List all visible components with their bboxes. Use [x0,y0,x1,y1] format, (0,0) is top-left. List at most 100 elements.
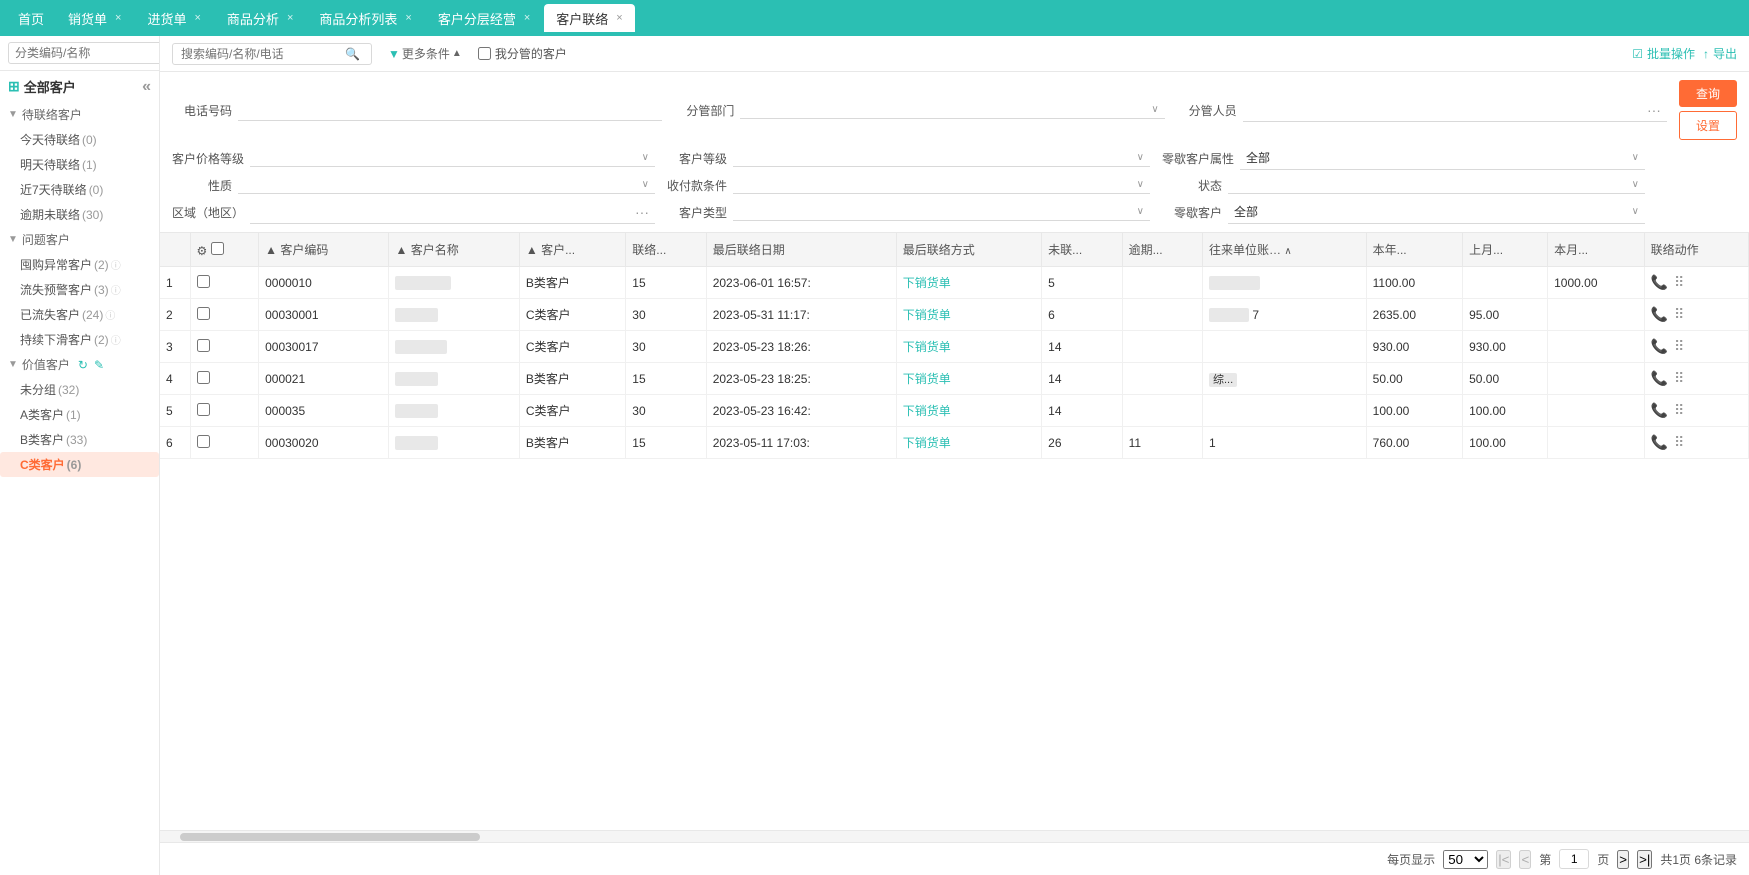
sidebar-search-input[interactable] [8,42,160,64]
refresh-icon[interactable]: ↻ [78,358,88,372]
contact-icon-4[interactable]: 📞 [1651,370,1668,387]
row-checkbox-2[interactable] [197,307,210,320]
nav-tab-customer-contact[interactable]: 客户联络 × [544,4,634,32]
sidebar-item-abnormal[interactable]: 囤购异常客户 (2) ⓘ [0,252,159,277]
prev-page-btn[interactable]: < [1519,850,1531,869]
th-account[interactable]: 往来单位账… ∧ [1203,233,1367,267]
filter-status-select[interactable]: ∨ [1228,176,1645,194]
filter-customer-level-select[interactable]: ∨ [733,149,1150,167]
filter-region-select[interactable]: ··· [250,201,655,224]
sales-order-link-5[interactable]: 下销货单 [903,404,951,418]
more-icon-2[interactable]: ⠿ [1674,306,1684,323]
sidebar-item-declining[interactable]: 持续下滑客户 (2) ⓘ [0,327,159,352]
row-checkbox-3[interactable] [197,339,210,352]
more-conditions-btn[interactable]: ▼ 更多条件 ▲ [380,42,470,65]
filter-customer-type-select[interactable]: ∨ [733,203,1150,221]
filter-payment-select[interactable]: ∨ [733,176,1150,194]
close-customer-tier-tab[interactable]: × [524,12,530,24]
my-customers-checkbox[interactable] [478,47,491,60]
th-last-month[interactable]: 上月... [1463,233,1548,267]
sidebar-group-problem[interactable]: ▼ 问题客户 [0,227,159,252]
sidebar-all-customers[interactable]: ⊞ 全部客户 « [0,71,159,102]
toolbar-search-input[interactable] [181,47,341,61]
sidebar-item-overdue[interactable]: 逾期未联络 (30) [0,202,159,227]
th-code[interactable]: ▲ 客户编码 [259,233,389,267]
row-checkbox-5[interactable] [197,403,210,416]
nav-tab-analysis-list[interactable]: 商品分析列表 × [307,4,423,32]
th-customer-type[interactable]: ▲ 客户... [519,233,625,267]
first-page-btn[interactable]: |< [1496,850,1511,869]
filter-retail-customer-select[interactable]: 全部 ∨ [1228,200,1645,224]
last-page-btn[interactable]: >| [1637,850,1652,869]
row-checkbox-6[interactable] [197,435,210,448]
row-checkbox-1[interactable] [197,275,210,288]
contact-icon-5[interactable]: 📞 [1651,402,1668,419]
more-icon-4[interactable]: ⠿ [1674,370,1684,387]
select-all-checkbox[interactable] [211,242,224,255]
close-sales-tab[interactable]: × [115,12,121,24]
sidebar-item-7days[interactable]: 近7天待联络 (0) [0,177,159,202]
nav-tab-analysis[interactable]: 商品分析 × [215,4,305,32]
sidebar-group-value[interactable]: ▼ 价值客户 ↻ ✎ [0,352,159,377]
filter-dept-select[interactable]: ∨ [740,101,1164,119]
nav-tab-sales[interactable]: 销货单 × [56,4,133,32]
page-input[interactable] [1559,849,1589,869]
more-icon-3[interactable]: ⠿ [1674,338,1684,355]
th-contact-num[interactable]: 联络... [626,233,706,267]
sales-order-link-3[interactable]: 下销货单 [903,340,951,354]
close-customer-contact-tab[interactable]: × [616,12,622,24]
filter-manager-select[interactable]: ··· [1243,99,1667,122]
sales-order-link-6[interactable]: 下销货单 [903,436,951,450]
sidebar-item-ungrouped[interactable]: 未分组 (32) [0,377,159,402]
th-overdue[interactable]: 逾期... [1122,233,1202,267]
toolbar-search-icon[interactable]: 🔍 [345,47,360,61]
contact-icon-6[interactable]: 📞 [1651,434,1668,451]
th-this-month[interactable]: 本月... [1548,233,1644,267]
contact-icon-1[interactable]: 📞 [1651,274,1668,291]
close-purchase-tab[interactable]: × [194,12,200,24]
gear-icon-btn[interactable]: ⚙ [197,244,208,258]
export-btn[interactable]: ↑ 导出 [1703,45,1737,62]
sales-order-link-4[interactable]: 下销货单 [903,372,951,386]
sidebar-group-pending[interactable]: ▼ 待联络客户 [0,102,159,127]
th-last-contact-method[interactable]: 最后联络方式 [896,233,1041,267]
nav-tab-customer-tier[interactable]: 客户分层经营 × [426,4,542,32]
query-button[interactable]: 查询 [1679,80,1737,107]
batch-ops-btn[interactable]: ☑ 批量操作 [1632,45,1695,62]
th-this-year[interactable]: 本年... [1366,233,1462,267]
horizontal-scrollbar[interactable] [160,830,1749,842]
th-last-contact-date[interactable]: 最后联络日期 [706,233,896,267]
sales-order-link-2[interactable]: 下销货单 [903,308,951,322]
sidebar-item-c-class[interactable]: C类客户 (6) [0,452,159,477]
edit-icon[interactable]: ✎ [94,358,104,372]
contact-icon-3[interactable]: 📞 [1651,338,1668,355]
per-page-select[interactable]: 50 100 [1443,850,1488,869]
filter-retail-attr-select[interactable]: 全部 ∨ [1240,146,1645,170]
nav-home[interactable]: 首页 [8,9,54,28]
close-analysis-list-tab[interactable]: × [405,12,411,24]
sidebar-collapse-icon[interactable]: « [142,78,151,96]
sidebar-item-a-class[interactable]: A类客户 (1) [0,402,159,427]
filter-phone-input[interactable] [238,100,662,121]
more-icon-1[interactable]: ⠿ [1674,274,1684,291]
settings-button[interactable]: 设置 [1679,111,1737,140]
sidebar-item-churned[interactable]: 已流失客户 (24) ⓘ [0,302,159,327]
th-unlinked[interactable]: 未联... [1042,233,1122,267]
more-icon-5[interactable]: ⠿ [1674,402,1684,419]
filter-nature-select[interactable]: ∨ [238,176,655,194]
more-icon-6[interactable]: ⠿ [1674,434,1684,451]
contact-icon-2[interactable]: 📞 [1651,306,1668,323]
sidebar-item-churn-warning[interactable]: 流失预警客户 (3) ⓘ [0,277,159,302]
next-page-btn[interactable]: > [1617,850,1629,869]
sidebar-item-b-class[interactable]: B类客户 (33) [0,427,159,452]
sidebar-item-tomorrow[interactable]: 明天待联络 (1) [0,152,159,177]
th-name[interactable]: ▲ 客户名称 [389,233,519,267]
row-checkbox-4[interactable] [197,371,210,384]
my-customers-checkbox-label[interactable]: 我分管的客户 [478,45,567,62]
close-analysis-tab[interactable]: × [287,12,293,24]
sidebar-item-today[interactable]: 今天待联络 (0) [0,127,159,152]
nav-tab-purchase[interactable]: 进货单 × [135,4,212,32]
filter-price-level-select[interactable]: ∨ [250,149,655,167]
sales-order-link-1[interactable]: 下销货单 [903,276,951,290]
scrollbar-thumb[interactable] [180,833,480,841]
